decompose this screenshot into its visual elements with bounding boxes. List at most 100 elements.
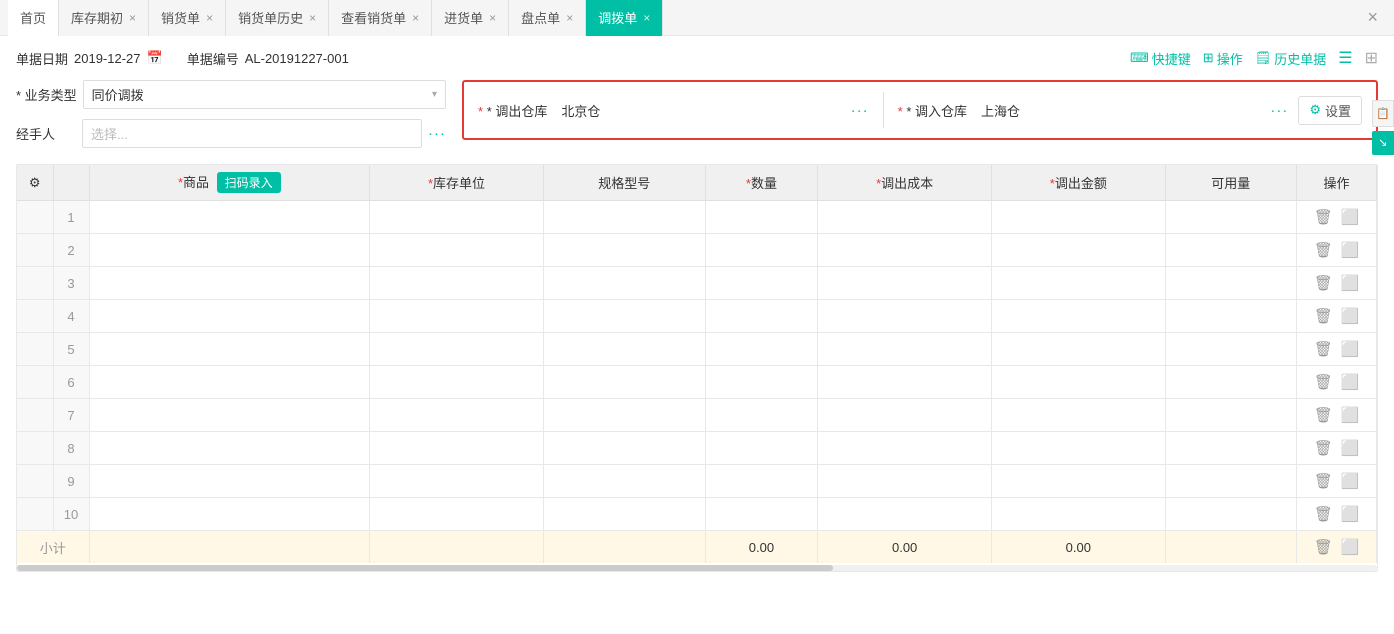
- copy-row-btn[interactable]: ⬜: [1338, 305, 1361, 327]
- table-cell-spec[interactable]: [543, 465, 705, 498]
- table-cell-cost[interactable]: [818, 201, 992, 234]
- table-cell-cost[interactable]: [818, 432, 992, 465]
- delete-row-btn[interactable]: 🗑: [1312, 503, 1335, 525]
- table-cell-unit[interactable]: [370, 267, 544, 300]
- table-cell-product[interactable]: [89, 498, 370, 531]
- copy-row-btn[interactable]: ⬜: [1338, 404, 1361, 426]
- table-cell-cost[interactable]: [818, 498, 992, 531]
- delete-row-btn[interactable]: 🗑: [1312, 239, 1335, 261]
- tab-sales-order[interactable]: 销货单 ×: [149, 0, 226, 36]
- tab-transfer[interactable]: 调拨单 ×: [586, 0, 663, 36]
- operations-button[interactable]: ⊞ 操作: [1203, 49, 1243, 68]
- delete-row-btn[interactable]: 🗑: [1312, 272, 1335, 294]
- table-cell-unit[interactable]: [370, 465, 544, 498]
- table-cell-unit[interactable]: [370, 333, 544, 366]
- business-type-select[interactable]: 同价调拨 ▾: [83, 80, 446, 109]
- table-cell-unit[interactable]: [370, 201, 544, 234]
- table-cell-amount[interactable]: [991, 300, 1165, 333]
- table-cell-amount[interactable]: [991, 201, 1165, 234]
- table-cell-cost[interactable]: [818, 234, 992, 267]
- table-cell-cost[interactable]: [818, 366, 992, 399]
- tab-view-sales-close[interactable]: ×: [412, 11, 419, 25]
- tab-transfer-close[interactable]: ×: [643, 11, 650, 25]
- table-cell-cost[interactable]: [818, 333, 992, 366]
- table-cell-amount[interactable]: [991, 366, 1165, 399]
- settings-button[interactable]: ⚙ 设置: [1298, 96, 1362, 125]
- table-cell-unit[interactable]: [370, 366, 544, 399]
- table-cell-spec[interactable]: [543, 366, 705, 399]
- copy-row-btn[interactable]: ⬜: [1338, 272, 1361, 294]
- sidebar-expand-btn[interactable]: ↗: [1372, 131, 1394, 154]
- tab-home[interactable]: 首页: [8, 0, 59, 36]
- transfer-out-more[interactable]: ···: [851, 102, 869, 119]
- table-cell-cost[interactable]: [818, 300, 992, 333]
- copy-row-btn[interactable]: ⬜: [1338, 503, 1361, 525]
- tab-inventory-count[interactable]: 盘点单 ×: [509, 0, 586, 36]
- scan-btn[interactable]: 扫码录入: [217, 172, 281, 193]
- table-cell-unit[interactable]: [370, 399, 544, 432]
- table-cell-qty[interactable]: [705, 366, 818, 399]
- table-cell-spec[interactable]: [543, 333, 705, 366]
- table-cell-qty[interactable]: [705, 399, 818, 432]
- tab-sales-history-close[interactable]: ×: [309, 11, 316, 25]
- table-cell-unit[interactable]: [370, 234, 544, 267]
- table-cell-product[interactable]: [89, 432, 370, 465]
- copy-row-btn[interactable]: ⬜: [1338, 536, 1361, 558]
- tab-sales-history[interactable]: 销货单历史 ×: [226, 0, 329, 36]
- table-cell-unit[interactable]: [370, 498, 544, 531]
- copy-row-btn[interactable]: ⬜: [1338, 470, 1361, 492]
- tab-purchase-close[interactable]: ×: [489, 11, 496, 25]
- table-settings-col[interactable]: ⚙: [17, 165, 53, 201]
- tab-inventory-count-close[interactable]: ×: [566, 11, 573, 25]
- delete-row-btn[interactable]: 🗑: [1312, 305, 1335, 327]
- table-cell-spec[interactable]: [543, 498, 705, 531]
- table-cell-unit[interactable]: [370, 432, 544, 465]
- copy-row-btn[interactable]: ⬜: [1338, 206, 1361, 228]
- delete-row-btn[interactable]: 🗑: [1312, 536, 1335, 558]
- table-cell-product[interactable]: [89, 234, 370, 267]
- tab-sales-order-close[interactable]: ×: [206, 11, 213, 25]
- tab-inventory-init-close[interactable]: ×: [129, 11, 136, 25]
- delete-row-btn[interactable]: 🗑: [1312, 470, 1335, 492]
- history-button[interactable]: 🗒 历史单据: [1255, 49, 1327, 68]
- table-cell-cost[interactable]: [818, 399, 992, 432]
- table-cell-product[interactable]: [89, 333, 370, 366]
- tab-purchase[interactable]: 进货单 ×: [432, 0, 509, 36]
- transfer-in-more[interactable]: ···: [1270, 102, 1288, 119]
- table-cell-product[interactable]: [89, 300, 370, 333]
- table-cell-amount[interactable]: [991, 498, 1165, 531]
- table-cell-spec[interactable]: [543, 267, 705, 300]
- tab-inventory-init[interactable]: 库存期初 ×: [59, 0, 149, 36]
- table-cell-amount[interactable]: [991, 399, 1165, 432]
- delete-row-btn[interactable]: 🗑: [1312, 404, 1335, 426]
- table-cell-unit[interactable]: [370, 300, 544, 333]
- table-cell-spec[interactable]: [543, 201, 705, 234]
- table-cell-qty[interactable]: [705, 465, 818, 498]
- table-cell-qty[interactable]: [705, 498, 818, 531]
- table-cell-spec[interactable]: [543, 300, 705, 333]
- table-cell-spec[interactable]: [543, 432, 705, 465]
- table-cell-spec[interactable]: [543, 234, 705, 267]
- window-close-button[interactable]: ×: [1359, 7, 1386, 28]
- table-cell-qty[interactable]: [705, 432, 818, 465]
- table-cell-product[interactable]: [89, 366, 370, 399]
- copy-row-btn[interactable]: ⬜: [1338, 239, 1361, 261]
- table-cell-amount[interactable]: [991, 465, 1165, 498]
- view-toggle-list[interactable]: ☰: [1338, 48, 1352, 68]
- view-toggle-grid[interactable]: ⊞: [1365, 48, 1378, 68]
- table-cell-qty[interactable]: [705, 267, 818, 300]
- table-cell-qty[interactable]: [705, 201, 818, 234]
- table-cell-cost[interactable]: [818, 267, 992, 300]
- delete-row-btn[interactable]: 🗑: [1312, 206, 1335, 228]
- delete-row-btn[interactable]: 🗑: [1312, 437, 1335, 459]
- handler-select[interactable]: 选择...: [82, 119, 422, 148]
- table-cell-amount[interactable]: [991, 333, 1165, 366]
- horizontal-scrollbar[interactable]: [17, 565, 1377, 571]
- delete-row-btn[interactable]: 🗑: [1312, 371, 1335, 393]
- tab-view-sales[interactable]: 查看销货单 ×: [329, 0, 432, 36]
- shortcuts-button[interactable]: ⌨ 快捷键: [1130, 49, 1191, 68]
- handler-more-icon[interactable]: ···: [428, 125, 446, 142]
- table-cell-amount[interactable]: [991, 267, 1165, 300]
- copy-row-btn[interactable]: ⬜: [1338, 338, 1361, 360]
- table-cell-qty[interactable]: [705, 300, 818, 333]
